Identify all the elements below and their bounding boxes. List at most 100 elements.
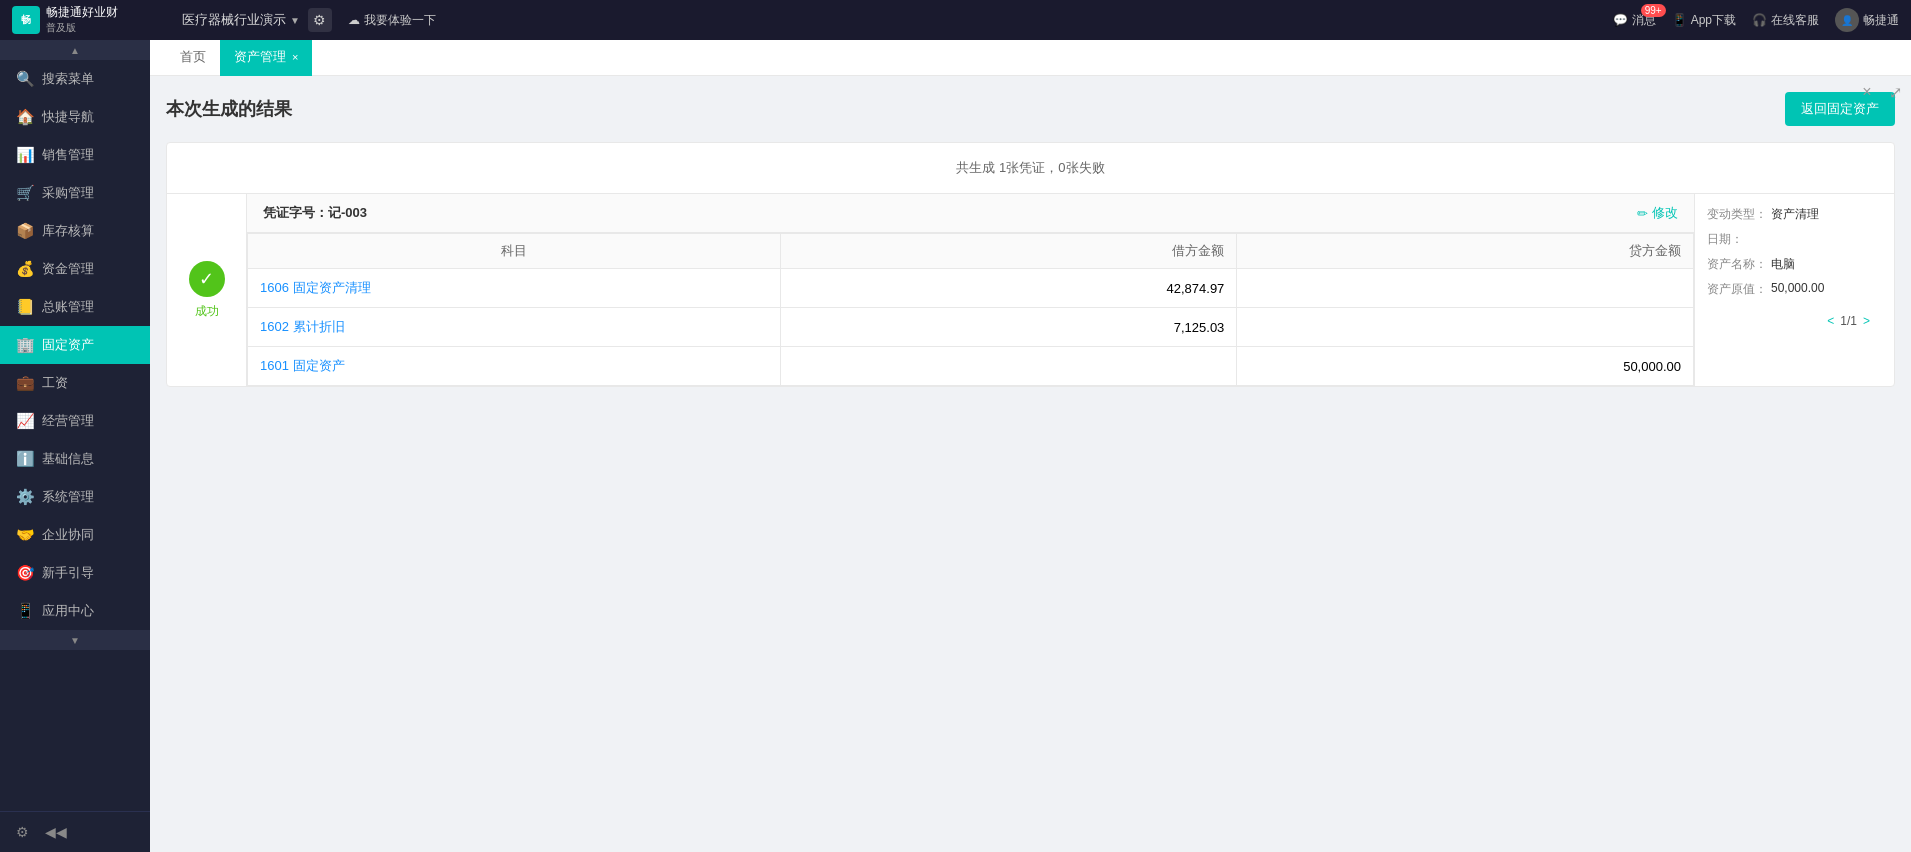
sidebar-item-label: 固定资产 [42, 336, 94, 354]
success-circle: ✓ [189, 261, 225, 297]
pagination: < 1/1 > [1707, 306, 1882, 336]
sidebar-item-quick-nav[interactable]: 🏠 快捷导航 [0, 98, 150, 136]
top-header: 畅 畅捷通好业财 普及版 医疗器械行业演示 ▼ ⚙ ☁ 我要体验一下 💬 消息 … [0, 0, 1911, 40]
subject-cell: 1601 固定资产 [248, 347, 781, 386]
sidebar-item-label: 基础信息 [42, 450, 94, 468]
asset-value-label: 资产原值： [1707, 281, 1767, 298]
sidebar-item-system[interactable]: ⚙️ 系统管理 [0, 478, 150, 516]
sidebar-scroll-up[interactable]: ▲ [0, 40, 150, 60]
sidebar-item-funds[interactable]: 💰 资金管理 [0, 250, 150, 288]
user-area[interactable]: 👤 畅捷通 [1835, 8, 1899, 32]
asset-name-row: 资产名称： 电脑 [1707, 256, 1882, 273]
footer-settings-button[interactable]: ⚙ [12, 820, 33, 844]
sidebar: ▲ 🔍 搜索菜单 🏠 快捷导航 📊 销售管理 🛒 采购管理 📦 库存核算 💰 资… [0, 40, 150, 852]
debit-cell [780, 347, 1237, 386]
sidebar-item-search[interactable]: 🔍 搜索菜单 [0, 60, 150, 98]
col-subject-header: 科目 [248, 234, 781, 269]
page-header: 本次生成的结果 返回固定资产 [166, 92, 1895, 126]
sidebar-item-purchase[interactable]: 🛒 采购管理 [0, 174, 150, 212]
sidebar-item-label: 新手引导 [42, 564, 94, 582]
sidebar-item-payroll[interactable]: 💼 工资 [0, 364, 150, 402]
table-row: 1602 累计折旧 7,125.03 [248, 308, 1694, 347]
expand-icon: ⤢ [1889, 83, 1902, 102]
summary-text: 共生成 1张凭证，0张失败 [956, 160, 1104, 175]
asset-name-value: 电脑 [1771, 256, 1795, 273]
subject-link[interactable]: 1601 固定资产 [260, 358, 345, 373]
sidebar-item-operations[interactable]: 📈 经营管理 [0, 402, 150, 440]
close-button[interactable]: × [1855, 80, 1879, 104]
avatar: 👤 [1835, 8, 1859, 32]
success-text: 成功 [195, 303, 219, 320]
sidebar-item-collaboration[interactable]: 🤝 企业协同 [0, 516, 150, 554]
sidebar-scroll-down[interactable]: ▼ [0, 630, 150, 650]
header-right: 💬 消息 99+ 📱 App下载 🎧 在线客服 👤 畅捷通 [1613, 8, 1899, 32]
experience-button[interactable]: ☁ 我要体验一下 [348, 12, 436, 29]
sidebar-item-basic-info[interactable]: ℹ️ 基础信息 [0, 440, 150, 478]
nav-tabs: 首页 资产管理 × [150, 40, 1911, 76]
expand-button[interactable]: ⤢ [1883, 80, 1907, 104]
header-middle: 医疗器械行业演示 ▼ ⚙ ☁ 我要体验一下 [162, 8, 1613, 32]
credit-cell [1237, 269, 1694, 308]
support-button[interactable]: 🎧 在线客服 [1752, 12, 1819, 29]
info-icon: ℹ️ [16, 450, 34, 468]
subject-link[interactable]: 1606 固定资产清理 [260, 280, 371, 295]
result-area: 共生成 1张凭证，0张失败 ✓ 成功 凭证字 [166, 142, 1895, 387]
messages-button[interactable]: 💬 消息 99+ [1613, 12, 1656, 29]
edit-label: 修改 [1652, 204, 1678, 222]
sidebar-item-inventory[interactable]: 📦 库存核算 [0, 212, 150, 250]
sidebar-item-ledger[interactable]: 📒 总账管理 [0, 288, 150, 326]
edit-button[interactable]: ✏ 修改 [1637, 204, 1678, 222]
settings-icon[interactable]: ⚙ [308, 8, 332, 32]
collapse-icon: ◀◀ [45, 824, 67, 840]
support-label: 在线客服 [1771, 12, 1819, 29]
next-page-button[interactable]: > [1863, 314, 1870, 328]
footer-collapse-button[interactable]: ◀◀ [41, 820, 71, 844]
system-icon: ⚙️ [16, 488, 34, 506]
subject-cell: 1602 累计折旧 [248, 308, 781, 347]
sidebar-item-sales[interactable]: 📊 销售管理 [0, 136, 150, 174]
page-content: × ⤢ 本次生成的结果 返回固定资产 共生成 1张凭证，0张失败 [150, 76, 1911, 852]
home-icon: 🏠 [16, 108, 34, 126]
search-icon: 🔍 [16, 70, 34, 88]
voucher-number: 凭证字号：记-003 [263, 204, 367, 222]
sidebar-item-label: 经营管理 [42, 412, 94, 430]
voucher-table: 科目 借方金额 贷方金额 1606 固定资产清理 42,874.97 1602 … [247, 233, 1694, 386]
sidebar-footer: ⚙ ◀◀ [0, 811, 150, 852]
gear-icon: ⚙ [16, 824, 29, 840]
sidebar-item-label: 搜索菜单 [42, 70, 94, 88]
subject-link[interactable]: 1602 累计折旧 [260, 319, 345, 334]
company-selector[interactable]: 医疗器械行业演示 ▼ [182, 11, 300, 29]
sidebar-item-guide[interactable]: 🎯 新手引导 [0, 554, 150, 592]
message-icon: 💬 [1613, 13, 1628, 27]
sidebar-item-fixed-assets[interactable]: 🏢 固定资产 [0, 326, 150, 364]
close-icon: × [1862, 83, 1871, 101]
logo-sub: 普及版 [46, 21, 118, 35]
tab-close-icon[interactable]: × [292, 51, 298, 63]
user-label: 畅捷通 [1863, 12, 1899, 29]
sidebar-item-label: 企业协同 [42, 526, 94, 544]
phone-icon: 📱 [1672, 13, 1687, 27]
tab-home[interactable]: 首页 [166, 40, 220, 76]
tab-asset-mgmt[interactable]: 资产管理 × [220, 40, 312, 76]
result-summary: 共生成 1张凭证，0张失败 [167, 143, 1894, 194]
inventory-icon: 📦 [16, 222, 34, 240]
cloud-icon: ☁ [348, 13, 360, 27]
sidebar-item-label: 资金管理 [42, 260, 94, 278]
sidebar-item-label: 库存核算 [42, 222, 94, 240]
app-download-button[interactable]: 📱 App下载 [1672, 12, 1736, 29]
side-info: 变动类型： 资产清理 日期： 资产名称： 电脑 资产原值： [1694, 194, 1894, 386]
debit-cell: 42,874.97 [780, 269, 1237, 308]
sidebar-item-label: 总账管理 [42, 298, 94, 316]
experience-label: 我要体验一下 [364, 12, 436, 29]
main-layout: ▲ 🔍 搜索菜单 🏠 快捷导航 📊 销售管理 🛒 采购管理 📦 库存核算 💰 资… [0, 40, 1911, 852]
credit-cell [1237, 308, 1694, 347]
guide-icon: 🎯 [16, 564, 34, 582]
purchase-icon: 🛒 [16, 184, 34, 202]
prev-page-button[interactable]: < [1827, 314, 1834, 328]
asset-value-value: 50,000.00 [1771, 281, 1824, 298]
sidebar-item-apps[interactable]: 📱 应用中心 [0, 592, 150, 630]
tab-home-label: 首页 [180, 48, 206, 66]
payroll-icon: 💼 [16, 374, 34, 392]
page-indicator: 1/1 [1840, 314, 1857, 328]
logo-area: 畅 畅捷通好业财 普及版 [12, 5, 162, 35]
